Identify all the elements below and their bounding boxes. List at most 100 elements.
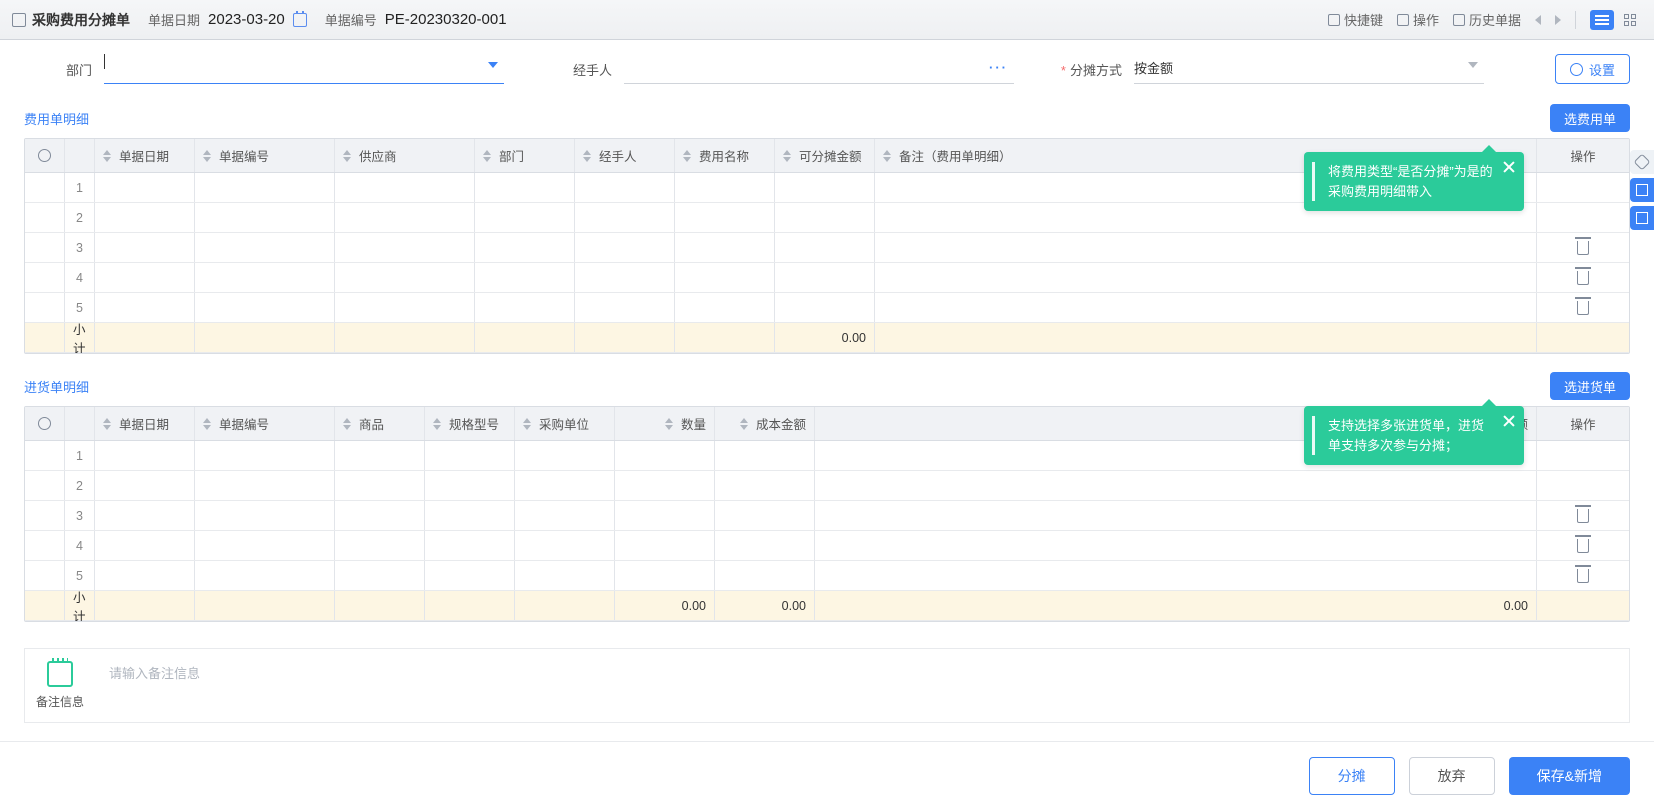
ellipsis-icon[interactable]: ··· — [989, 60, 1008, 75]
col-docno[interactable]: 单据编号 — [195, 407, 335, 440]
col-amount[interactable]: 可分摊金额 — [775, 139, 875, 172]
shortcut-button[interactable]: 快捷键 — [1328, 10, 1383, 29]
col-dept[interactable]: 部门 — [475, 139, 575, 172]
tooltip-text: 将费用类型“是否分摊”为是的采购费用明细带入 — [1328, 162, 1494, 201]
trash-icon[interactable] — [1577, 539, 1589, 553]
handler-label: 经手人 — [544, 60, 624, 79]
cog-icon — [1397, 14, 1409, 26]
handler-select[interactable]: ··· — [624, 54, 1014, 84]
side-toolbar — [1630, 150, 1654, 230]
select-expense-button[interactable]: 选费用单 — [1550, 104, 1630, 132]
method-select[interactable]: 按金额 — [1134, 54, 1484, 84]
page-title: 采购费用分摊单 — [12, 10, 130, 30]
purchase-subtotal-alloc: 0.00 — [815, 591, 1537, 620]
table-settings-button[interactable] — [25, 139, 65, 172]
expense-subtotal-amount: 0.00 — [775, 323, 875, 352]
method-label: 分摊方式 — [1054, 60, 1134, 79]
expand-icon — [1636, 184, 1648, 196]
remarks-textarea[interactable] — [95, 649, 1629, 722]
next-doc-button[interactable] — [1555, 15, 1561, 25]
col-spec[interactable]: 规格型号 — [425, 407, 515, 440]
col-date[interactable]: 单据日期 — [95, 407, 195, 440]
col-handler[interactable]: 经手人 — [575, 139, 675, 172]
col-unit[interactable]: 采购单位 — [515, 407, 615, 440]
history-icon — [1453, 14, 1465, 26]
divider — [1575, 11, 1576, 29]
dept-select[interactable] — [104, 54, 504, 84]
col-name[interactable]: 费用名称 — [675, 139, 775, 172]
expense-section: 费用单明细 选费用单 单据日期 单据编号 供应商 部门 经手人 费用名称 可分摊… — [0, 104, 1654, 364]
trash-icon[interactable] — [1577, 301, 1589, 315]
page-title-text: 采购费用分摊单 — [32, 10, 130, 30]
trash-icon[interactable] — [1577, 569, 1589, 583]
remarks-panel: 备注信息 — [24, 648, 1630, 723]
expand-icon — [1636, 212, 1648, 224]
allocate-button[interactable]: 分摊 — [1309, 757, 1395, 795]
subtotal-row: 小计0.000.000.00 — [25, 591, 1629, 621]
col-row-index — [65, 407, 95, 440]
doc-number-value: PE-20230320-001 — [385, 11, 507, 28]
view-list-toggle[interactable] — [1590, 10, 1614, 30]
chevron-down-icon[interactable] — [488, 62, 498, 68]
view-card-toggle[interactable] — [1618, 10, 1642, 30]
prev-doc-button[interactable] — [1535, 15, 1541, 25]
purchase-section-title: 进货单明细 — [24, 377, 89, 396]
close-icon[interactable] — [1502, 414, 1516, 428]
discard-button[interactable]: 放弃 — [1409, 757, 1495, 795]
table-row[interactable]: 5 — [25, 293, 1629, 323]
doc-number-field: 单据编号 PE-20230320-001 — [325, 10, 507, 29]
doc-date-value[interactable]: 2023-03-20 — [208, 11, 285, 28]
table-row[interactable]: 3 — [25, 233, 1629, 263]
doc-date-label: 单据日期 — [148, 10, 200, 29]
keyboard-icon — [1328, 14, 1340, 26]
table-row[interactable]: 4 — [25, 531, 1629, 561]
col-cost[interactable]: 成本金额 — [715, 407, 815, 440]
col-row-index — [65, 139, 95, 172]
trash-icon[interactable] — [1577, 509, 1589, 523]
doc-date-field: 单据日期 2023-03-20 — [148, 10, 307, 29]
table-row[interactable]: 5 — [25, 561, 1629, 591]
gear-icon — [38, 417, 51, 430]
subtotal-row: 小计0.00 — [25, 323, 1629, 353]
table-settings-button[interactable] — [25, 407, 65, 440]
expand-button-2[interactable] — [1630, 206, 1654, 230]
trash-icon[interactable] — [1577, 271, 1589, 285]
col-supplier[interactable]: 供应商 — [335, 139, 475, 172]
col-docno[interactable]: 单据编号 — [195, 139, 335, 172]
tooltip-text: 支持选择多张进货单，进货单支持多次参与分摊； — [1328, 416, 1494, 455]
link-icon — [1634, 154, 1651, 171]
settings-button[interactable]: 设置 — [1555, 54, 1630, 84]
note-icon — [47, 661, 73, 687]
gear-icon — [1570, 63, 1583, 76]
save-new-button[interactable]: 保存&新增 — [1509, 757, 1630, 795]
history-button[interactable]: 历史单据 — [1453, 10, 1521, 29]
gear-icon — [38, 149, 51, 162]
operate-button[interactable]: 操作 — [1397, 10, 1439, 29]
header-bar: 采购费用分摊单 单据日期 2023-03-20 单据编号 PE-20230320… — [0, 0, 1654, 40]
col-product[interactable]: 商品 — [335, 407, 425, 440]
doc-number-label: 单据编号 — [325, 10, 377, 29]
expense-section-title: 费用单明细 — [24, 109, 89, 128]
table-row[interactable]: 3 — [25, 501, 1629, 531]
text-cursor — [104, 54, 105, 69]
purchase-subtotal-cost: 0.00 — [715, 591, 815, 620]
calendar-icon[interactable] — [293, 13, 307, 27]
col-action: 操作 — [1537, 407, 1629, 440]
expense-tooltip: 将费用类型“是否分摊”为是的采购费用明细带入 — [1304, 152, 1524, 211]
document-icon — [12, 13, 26, 27]
col-qty[interactable]: 数量 — [615, 407, 715, 440]
col-date[interactable]: 单据日期 — [95, 139, 195, 172]
method-value: 按金额 — [1134, 61, 1173, 76]
table-row[interactable]: 2 — [25, 471, 1629, 501]
select-purchase-button[interactable]: 选进货单 — [1550, 372, 1630, 400]
close-icon[interactable] — [1502, 160, 1516, 174]
expand-button-1[interactable] — [1630, 178, 1654, 202]
trash-icon[interactable] — [1577, 241, 1589, 255]
chevron-down-icon[interactable] — [1468, 62, 1478, 68]
footer-bar: 分摊 放弃 保存&新增 — [0, 741, 1654, 809]
remarks-label: 备注信息 — [36, 693, 84, 710]
purchase-tooltip: 支持选择多张进货单，进货单支持多次参与分摊； — [1304, 406, 1524, 465]
form-row: 部门 经手人 ··· 分摊方式 按金额 设置 — [0, 40, 1654, 96]
attachment-button[interactable] — [1630, 150, 1654, 174]
table-row[interactable]: 4 — [25, 263, 1629, 293]
